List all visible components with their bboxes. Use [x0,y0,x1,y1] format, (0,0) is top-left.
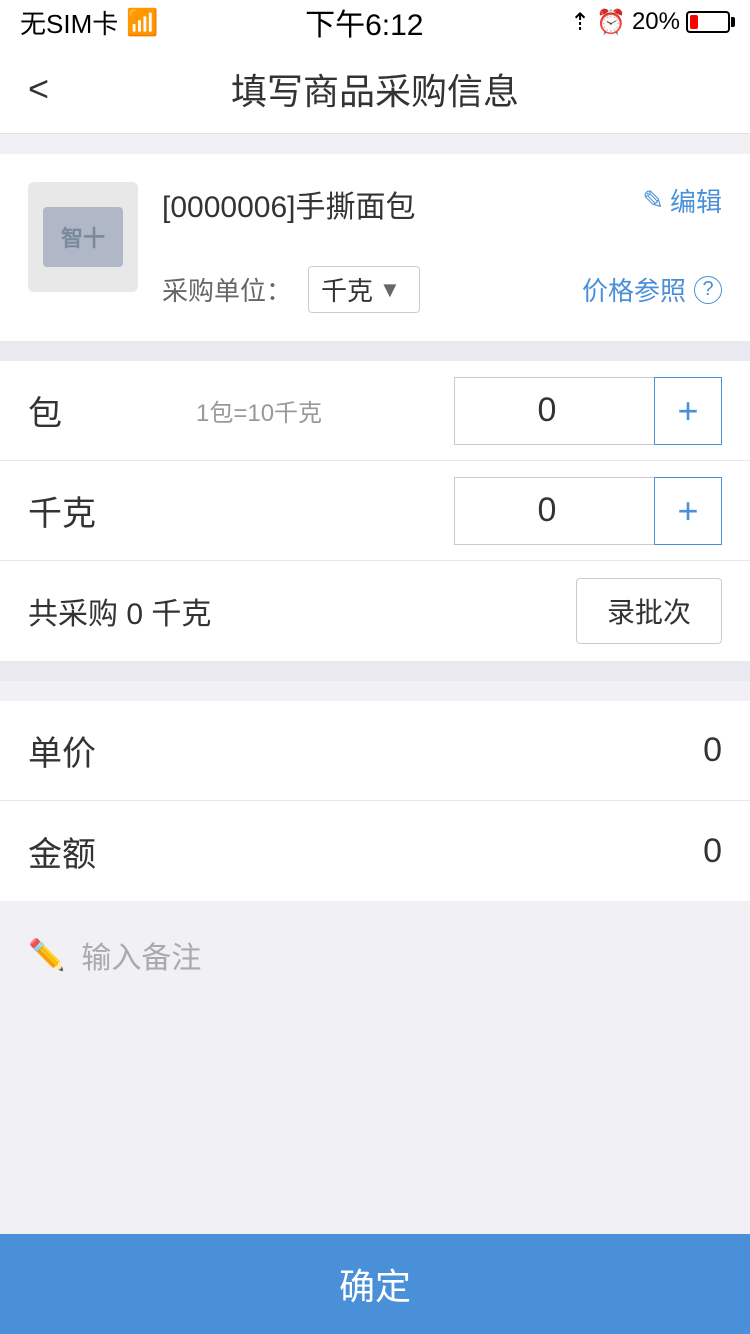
divider-1 [0,341,750,361]
bag-plus-button[interactable]: + [654,377,722,445]
record-batch-button[interactable]: 录批次 [576,578,722,644]
edit-icon: ✎ [642,185,664,216]
pencil-icon: ✏️ [28,938,65,973]
note-placeholder: 输入备注 [81,933,201,977]
battery-icon [686,11,730,33]
unit-price-label: 单价 [28,726,96,775]
page-title: 填写商品采购信息 [231,63,519,115]
bag-input-row: 包 1包=10千克 + [0,361,750,461]
kg-input-row: 千克 + [0,461,750,561]
unit-price-value: 0 [703,731,722,770]
battery-percent: 20% [632,8,680,36]
kg-input[interactable] [454,477,654,545]
help-icon: ? [694,276,722,304]
unit-select[interactable]: 千克 ▼ [308,266,420,313]
confirm-button[interactable]: 确定 [0,1234,750,1334]
unit-row: 采购单位： 千克 ▼ [162,266,420,313]
edit-button[interactable]: ✎ 编辑 [642,182,722,219]
product-info: [0000006]手撕面包 ✎ 编辑 采购单位： 千克 ▼ 价格参照 ? [162,182,722,313]
bag-input[interactable] [454,377,654,445]
product-image: 智十 [28,182,138,292]
price-section: 单价 0 金额 0 [0,701,750,901]
total-row: 共采购 0 千克 录批次 [0,561,750,661]
divider-2 [0,661,750,681]
product-card: 智十 [0000006]手撕面包 ✎ 编辑 采购单位： 千克 ▼ 价格参照 ? [0,154,750,341]
status-left: 无SIM卡 📶 [20,4,159,41]
total-label: 共采购 0 千克 [28,589,211,633]
back-button[interactable]: < [28,68,49,110]
carrier-label: 无SIM卡 [20,4,118,41]
kg-plus-button[interactable]: + [654,477,722,545]
amount-row: 金额 0 [0,801,750,901]
confirm-label: 确定 [339,1258,411,1310]
nav-bar: < 填写商品采购信息 [0,44,750,134]
kg-input-wrap: + [454,477,722,545]
product-name: [0000006]手撕面包 [162,182,415,226]
kg-label: 千克 [28,486,188,535]
dropdown-arrow: ▼ [379,277,401,303]
bag-input-wrap: + [454,377,722,445]
alarm-icon: ⏰ [596,8,626,37]
wifi-icon: 📶 [126,7,158,38]
location-icon: ⇡ [570,8,590,37]
unit-price-row: 单价 0 [0,701,750,801]
amount-label: 金额 [28,827,96,876]
amount-value: 0 [703,832,722,871]
bag-label: 包 [28,386,188,435]
status-right: ⇡ ⏰ 20% [570,8,730,37]
unit-value: 千克 [321,271,373,308]
note-section[interactable]: ✏️ 输入备注 [0,903,750,1007]
product-logo: 智十 [43,207,123,267]
input-section: 包 1包=10千克 + 千克 + 共采购 0 千克 录批次 [0,361,750,661]
status-bar: 无SIM卡 📶 下午6:12 ⇡ ⏰ 20% [0,0,750,44]
bag-sublabel: 1包=10千克 [196,393,322,428]
price-ref-button[interactable]: 价格参照 ? [582,271,722,308]
unit-label: 采购单位： [162,271,292,308]
status-time: 下午6:12 [305,0,423,44]
